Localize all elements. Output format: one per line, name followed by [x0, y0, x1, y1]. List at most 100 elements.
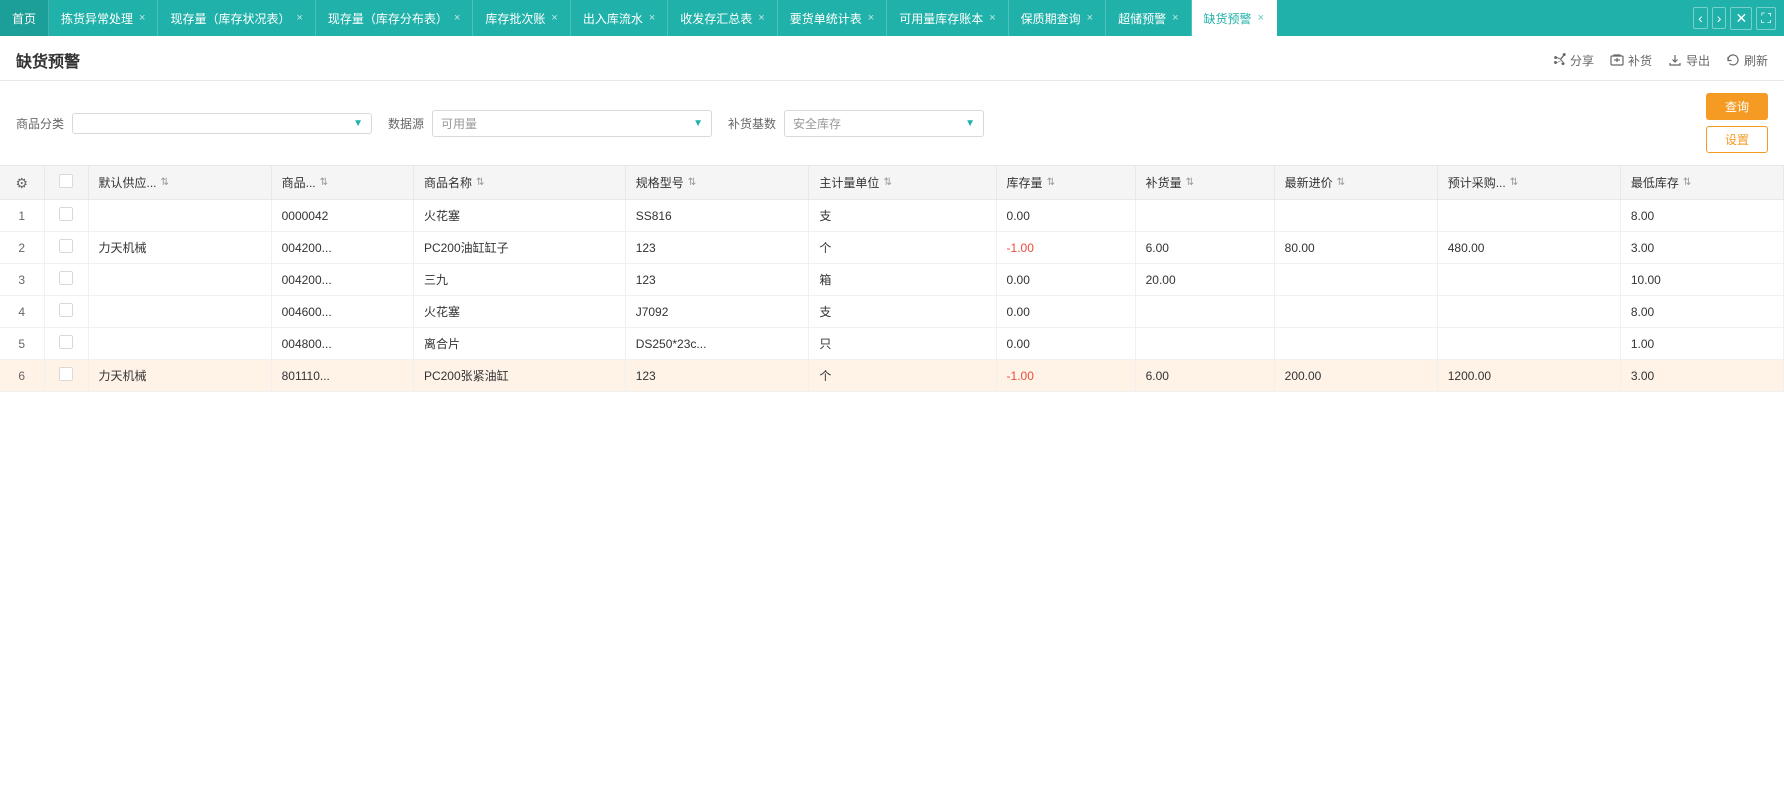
row-checkbox[interactable] [59, 239, 73, 253]
row-product-code: 004600... [271, 296, 413, 328]
page-title: 缺货预警 [16, 48, 80, 72]
datasource-filter-group: 数据源 可用量 ▼ [388, 110, 712, 137]
col-gear: ⚙ [0, 166, 44, 200]
tab-inventory-dist[interactable]: 现存量（库存分布表） × [316, 0, 473, 36]
column-settings-icon[interactable]: ⚙ [14, 175, 30, 191]
category-select[interactable]: ▼ [72, 113, 372, 134]
header-actions: 分享 补货 导出 [1552, 52, 1768, 69]
replenish-icon [1610, 53, 1624, 67]
row-unit: 箱 [809, 264, 996, 296]
tab-expiry-query[interactable]: 保质期查询 × [1009, 0, 1106, 36]
row-min-stock: 8.00 [1620, 200, 1783, 232]
row-estimated-purchase: 1200.00 [1437, 360, 1620, 392]
sort-price-icon[interactable]: ⇅ [1337, 177, 1345, 188]
row-latest-price [1274, 328, 1437, 360]
datasource-select[interactable]: 可用量 ▼ [432, 110, 712, 137]
tab-close-abnormal[interactable]: × [139, 12, 145, 24]
col-stock-qty: 库存量 ⇅ [996, 166, 1135, 200]
sort-replenish-icon[interactable]: ⇅ [1186, 177, 1194, 188]
replenish-label: 补货 [1628, 52, 1652, 69]
tab-shortage[interactable]: 缺货预警 × [1192, 0, 1277, 36]
tab-receive-summary[interactable]: 收发存汇总表 × [668, 0, 777, 36]
row-supplier: 力天机械 [88, 232, 271, 264]
row-checkbox[interactable] [59, 207, 73, 221]
tab-close-order-stat[interactable]: × [868, 12, 874, 24]
sort-code-icon[interactable]: ⇅ [320, 177, 328, 188]
tab-bar: 首页 拣货异常处理 × 现存量（库存状况表） × 现存量（库存分布表） × 库存… [0, 0, 1784, 36]
col-min-stock: 最低库存 ⇅ [1620, 166, 1783, 200]
sort-unit-icon[interactable]: ⇅ [883, 177, 891, 188]
row-product-code: 004200... [271, 264, 413, 296]
tab-batch-account[interactable]: 库存批次账 × [473, 0, 570, 36]
col-estimated-purchase: 预计采购... ⇅ [1437, 166, 1620, 200]
table-row: 4 004600... 火花塞 J7092 支 0.00 8.00 [0, 296, 1784, 328]
sort-name-icon[interactable]: ⇅ [476, 177, 484, 188]
row-estimated-purchase [1437, 264, 1620, 296]
row-checkbox-cell [44, 328, 88, 360]
category-filter-group: 商品分类 ▼ [16, 113, 372, 134]
share-button[interactable]: 分享 [1552, 52, 1594, 69]
row-checkbox[interactable] [59, 335, 73, 349]
row-unit: 支 [809, 200, 996, 232]
sort-stock-icon[interactable]: ⇅ [1047, 177, 1055, 188]
tab-home[interactable]: 首页 [0, 0, 49, 36]
replenish-basis-arrow-icon: ▼ [965, 118, 975, 129]
refresh-icon [1726, 53, 1740, 67]
row-latest-price [1274, 200, 1437, 232]
tab-close-inventory-dist[interactable]: × [454, 12, 460, 24]
col-latest-price: 最新进价 ⇅ [1274, 166, 1437, 200]
tab-close-available-ledger[interactable]: × [989, 12, 995, 24]
settings-button[interactable]: 设置 [1706, 126, 1768, 153]
tab-order-stat[interactable]: 要货单统计表 × [778, 0, 887, 36]
row-unit: 个 [809, 232, 996, 264]
row-min-stock: 10.00 [1620, 264, 1783, 296]
datasource-arrow-icon: ▼ [693, 118, 703, 129]
row-spec: 123 [625, 264, 809, 296]
tab-close-expiry-query[interactable]: × [1087, 12, 1093, 24]
row-replenish-qty [1135, 200, 1274, 232]
tab-available-ledger[interactable]: 可用量库存账本 × [887, 0, 1008, 36]
row-unit: 只 [809, 328, 996, 360]
tab-close-shortage[interactable]: × [1258, 12, 1264, 24]
table-row: 2 力天机械 004200... PC200油缸缸子 123 个 -1.00 6… [0, 232, 1784, 264]
row-checkbox[interactable] [59, 367, 73, 381]
refresh-button[interactable]: 刷新 [1726, 52, 1768, 69]
tab-close-inventory-status[interactable]: × [296, 12, 302, 24]
export-button[interactable]: 导出 [1668, 52, 1710, 69]
sort-min-stock-icon[interactable]: ⇅ [1683, 177, 1691, 188]
sort-spec-icon[interactable]: ⇅ [688, 177, 696, 188]
row-checkbox[interactable] [59, 271, 73, 285]
filter-bar: 商品分类 ▼ 数据源 可用量 ▼ 补货基数 安全库存 ▼ 查询 设置 [0, 81, 1784, 166]
main-content: 缺货预警 分享 补货 [0, 36, 1784, 796]
tab-inventory-status[interactable]: 现存量（库存状况表） × [158, 0, 315, 36]
row-stock-qty: 0.00 [996, 200, 1135, 232]
tab-close-overstock[interactable]: × [1172, 12, 1178, 24]
sort-estimated-icon[interactable]: ⇅ [1510, 177, 1518, 188]
tab-prev-button[interactable]: ‹ [1693, 7, 1708, 29]
replenish-basis-filter-group: 补货基数 安全库存 ▼ [728, 110, 984, 137]
row-supplier [88, 296, 271, 328]
replenish-basis-select[interactable]: 安全库存 ▼ [784, 110, 984, 137]
sort-supplier-icon[interactable]: ⇅ [161, 177, 169, 188]
tab-overstock[interactable]: 超储预警 × [1106, 0, 1191, 36]
query-button[interactable]: 查询 [1706, 93, 1768, 120]
tab-next-button[interactable]: › [1712, 7, 1727, 29]
row-spec: SS816 [625, 200, 809, 232]
tab-close-all-button[interactable]: ✕ [1730, 7, 1752, 30]
tab-close-inout-flow[interactable]: × [649, 12, 655, 24]
category-arrow-icon: ▼ [353, 118, 363, 129]
tab-inout-flow[interactable]: 出入库流水 × [571, 0, 668, 36]
export-label: 导出 [1686, 52, 1710, 69]
row-checkbox-cell [44, 200, 88, 232]
select-all-checkbox[interactable] [59, 174, 73, 188]
row-index: 3 [0, 264, 44, 296]
tab-fullscreen-button[interactable]: ⛶ [1756, 7, 1776, 30]
tab-abnormal[interactable]: 拣货异常处理 × [49, 0, 158, 36]
tab-close-batch-account[interactable]: × [551, 12, 557, 24]
row-product-name: 火花塞 [413, 296, 625, 328]
row-checkbox[interactable] [59, 303, 73, 317]
tab-close-receive-summary[interactable]: × [758, 12, 764, 24]
replenish-button[interactable]: 补货 [1610, 52, 1652, 69]
table-row: 1 0000042 火花塞 SS816 支 0.00 8.00 [0, 200, 1784, 232]
row-estimated-purchase [1437, 296, 1620, 328]
